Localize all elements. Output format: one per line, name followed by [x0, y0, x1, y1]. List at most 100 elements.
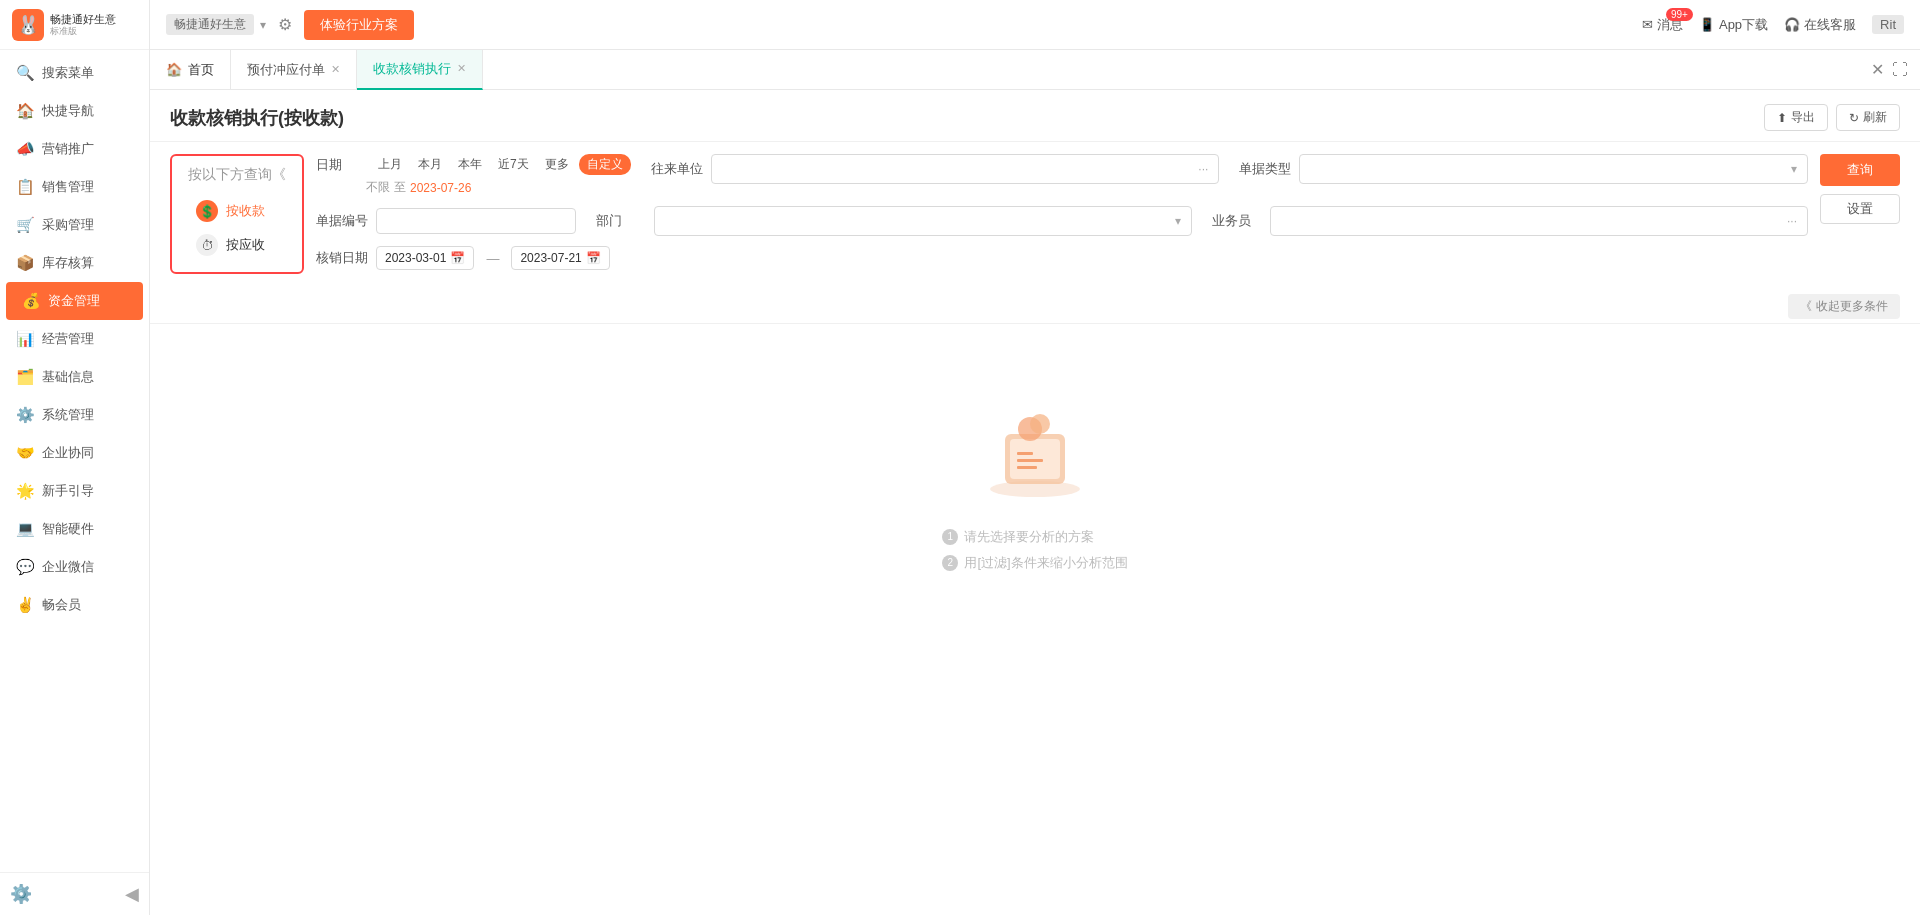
message-btn[interactable]: ✉ 消息 99+ — [1642, 16, 1683, 34]
settings-icon[interactable]: ⚙️ — [10, 883, 32, 905]
sidebar-item-hardware[interactable]: 💻智能硬件 — [0, 510, 149, 548]
filter-panel: 按以下方查询 《 💲 按收款 ⏱ 按应收 — [150, 142, 1920, 286]
date-dash: — — [482, 251, 503, 266]
date-filter-row: 日期 上月 本月 本年 近7天 更多 自定义 — [316, 154, 631, 175]
setting-btn[interactable]: 设置 — [1820, 194, 1900, 224]
logo-text: 畅捷通好生意 标准版 — [50, 12, 116, 38]
page-container: 收款核销执行(按收款) ⬆ 导出 ↻ 刷新 按以下方 — [150, 90, 1920, 915]
vip-icon: ✌️ — [16, 596, 34, 614]
brand-label: 畅捷通好生意 — [166, 14, 254, 35]
marketing-icon: 📣 — [16, 140, 34, 158]
sidebar-item-purchase[interactable]: 🛒采购管理 — [0, 206, 149, 244]
doc-type-select[interactable]: ▾ — [1299, 154, 1808, 184]
refresh-btn[interactable]: ↻ 刷新 — [1836, 104, 1900, 131]
doc-type-row: 单据类型 ▾ — [1239, 154, 1808, 184]
calendar-end-icon: 📅 — [586, 251, 601, 265]
chevron-down-icon[interactable]: ▾ — [260, 18, 266, 32]
date-this-month[interactable]: 本月 — [412, 154, 448, 175]
app-download-btn[interactable]: 📱 App下载 — [1699, 16, 1768, 34]
close-tab-icon[interactable]: ✕ — [1871, 60, 1884, 79]
sidebar: 🐰 畅捷通好生意 标准版 🔍搜索菜单🏠快捷导航📣营销推广📋销售管理🛒采购管理📦库… — [0, 0, 150, 915]
hardware-icon: 💻 — [16, 520, 34, 538]
counterparty-ellipsis[interactable]: ··· — [1198, 162, 1208, 176]
date-custom[interactable]: 自定义 — [579, 154, 631, 175]
query-by-receivable[interactable]: ⏱ 按应收 — [188, 228, 286, 262]
headset-icon: 🎧 — [1784, 17, 1800, 32]
close-prepay-icon[interactable]: ✕ — [331, 63, 340, 76]
collapse-btn[interactable]: 《 收起更多条件 — [1788, 294, 1900, 319]
tab-bar: 🏠 首页 预付冲应付单 ✕ 收款核销执行 ✕ ✕ ⛶ — [150, 50, 1920, 90]
tab-home[interactable]: 🏠 首页 — [150, 50, 231, 90]
sidebar-item-info[interactable]: 🗂️基础信息 — [0, 358, 149, 396]
empty-tips: 1 请先选择要分析的方案 2 用[过滤]条件来缩小分析范围 — [942, 524, 1127, 576]
query-btn[interactable]: 查询 — [1820, 154, 1900, 186]
staff-row: 业务员 ··· — [1212, 206, 1808, 236]
sidebar-item-corp[interactable]: 🤝企业协同 — [0, 434, 149, 472]
tab-receipts[interactable]: 收款核销执行 ✕ — [357, 50, 483, 90]
date-more[interactable]: 更多 — [539, 154, 575, 175]
sidebar-item-finance[interactable]: 💰资金管理 — [6, 282, 143, 320]
date-7days[interactable]: 近7天 — [492, 154, 535, 175]
sidebar-item-quick[interactable]: 🏠快捷导航 — [0, 92, 149, 130]
sidebar-item-search[interactable]: 🔍搜索菜单 — [0, 54, 149, 92]
app-icon: 📱 — [1699, 17, 1715, 32]
empty-illustration — [975, 404, 1095, 504]
sidebar-item-wechat[interactable]: 💬企业微信 — [0, 548, 149, 586]
counterparty-row: 往来单位 ··· — [651, 154, 1220, 184]
date-last-month[interactable]: 上月 — [372, 154, 408, 175]
online-service-btn[interactable]: 🎧 在线客服 — [1784, 16, 1856, 34]
sidebar-item-inventory[interactable]: 📦库存核算 — [0, 244, 149, 282]
query-type-box: 按以下方查询 《 💲 按收款 ⏱ 按应收 — [170, 154, 304, 274]
dept-row: 部门 ▾ — [596, 206, 1192, 236]
date-options: 上月 本月 本年 近7天 更多 自定义 — [372, 154, 631, 175]
receivable-icon: ⏱ — [196, 234, 218, 256]
sidebar-item-marketing[interactable]: 📣营销推广 — [0, 130, 149, 168]
doc-no-row: 单据编号 — [316, 208, 576, 234]
sidebar-item-system[interactable]: ⚙️系统管理 — [0, 396, 149, 434]
refresh-icon: ↻ — [1849, 111, 1859, 125]
purchase-icon: 🛒 — [16, 216, 34, 234]
export-btn[interactable]: ⬆ 导出 — [1764, 104, 1828, 131]
dept-chevron-icon: ▾ — [1175, 214, 1181, 228]
svg-point-4 — [1030, 414, 1050, 434]
sidebar-item-manage[interactable]: 📊经营管理 — [0, 320, 149, 358]
sidebar-item-vip[interactable]: ✌️畅会员 — [0, 586, 149, 624]
staff-select[interactable]: ··· — [1270, 206, 1808, 236]
search-icon: 🔍 — [16, 64, 34, 82]
page-title: 收款核销执行(按收款) — [170, 106, 344, 130]
query-by-receipt[interactable]: 💲 按收款 — [188, 194, 286, 228]
sidebar-item-guide[interactable]: 🌟新手引导 — [0, 472, 149, 510]
topbar-left: 畅捷通好生意 ▾ ⚙ 体验行业方案 — [166, 10, 414, 40]
nuclear-start-date[interactable]: 2023-03-01 📅 — [376, 246, 474, 270]
staff-ellipsis[interactable]: ··· — [1787, 214, 1797, 228]
home-icon: 🏠 — [166, 62, 182, 77]
collapse-sidebar-icon[interactable]: ◀ — [125, 883, 139, 905]
logo-icon: 🐰 — [12, 9, 44, 41]
page-header: 收款核销执行(按收款) ⬆ 导出 ↻ 刷新 — [150, 90, 1920, 142]
query-type-title: 按以下方查询 《 — [188, 166, 286, 184]
tab-prepay[interactable]: 预付冲应付单 ✕ — [231, 50, 357, 90]
tip-item-1: 1 请先选择要分析的方案 — [942, 524, 1127, 550]
gear-icon[interactable]: ⚙ — [278, 15, 292, 34]
doc-no-input[interactable] — [376, 208, 576, 234]
dept-select[interactable]: ▾ — [654, 206, 1192, 236]
industry-btn[interactable]: 体验行业方案 — [304, 10, 414, 40]
tab-actions: ✕ ⛶ — [1859, 60, 1920, 79]
sidebar-item-sales[interactable]: 📋销售管理 — [0, 168, 149, 206]
maximize-tab-icon[interactable]: ⛶ — [1892, 61, 1908, 79]
close-receipts-icon[interactable]: ✕ — [457, 62, 466, 75]
date-this-year[interactable]: 本年 — [452, 154, 488, 175]
sidebar-nav: 🔍搜索菜单🏠快捷导航📣营销推广📋销售管理🛒采购管理📦库存核算💰资金管理📊经营管理… — [0, 50, 149, 872]
quick-icon: 🏠 — [16, 102, 34, 120]
export-icon: ⬆ — [1777, 111, 1787, 125]
user-badge[interactable]: Rit — [1872, 15, 1904, 34]
sales-icon: 📋 — [16, 178, 34, 196]
main-area: 畅捷通好生意 ▾ ⚙ 体验行业方案 ✉ 消息 99+ 📱 App下载 🎧 在线客… — [150, 0, 1920, 915]
collapse-query-icon[interactable]: 《 — [272, 166, 286, 184]
sidebar-footer: ⚙️ ◀ — [0, 872, 149, 915]
counterparty-select[interactable]: ··· — [711, 154, 1220, 184]
collapse-icon: 《 — [1800, 298, 1812, 315]
topbar-right: ✉ 消息 99+ 📱 App下载 🎧 在线客服 Rit — [1642, 15, 1904, 34]
wechat-icon: 💬 — [16, 558, 34, 576]
nuclear-end-date[interactable]: 2023-07-21 📅 — [511, 246, 609, 270]
